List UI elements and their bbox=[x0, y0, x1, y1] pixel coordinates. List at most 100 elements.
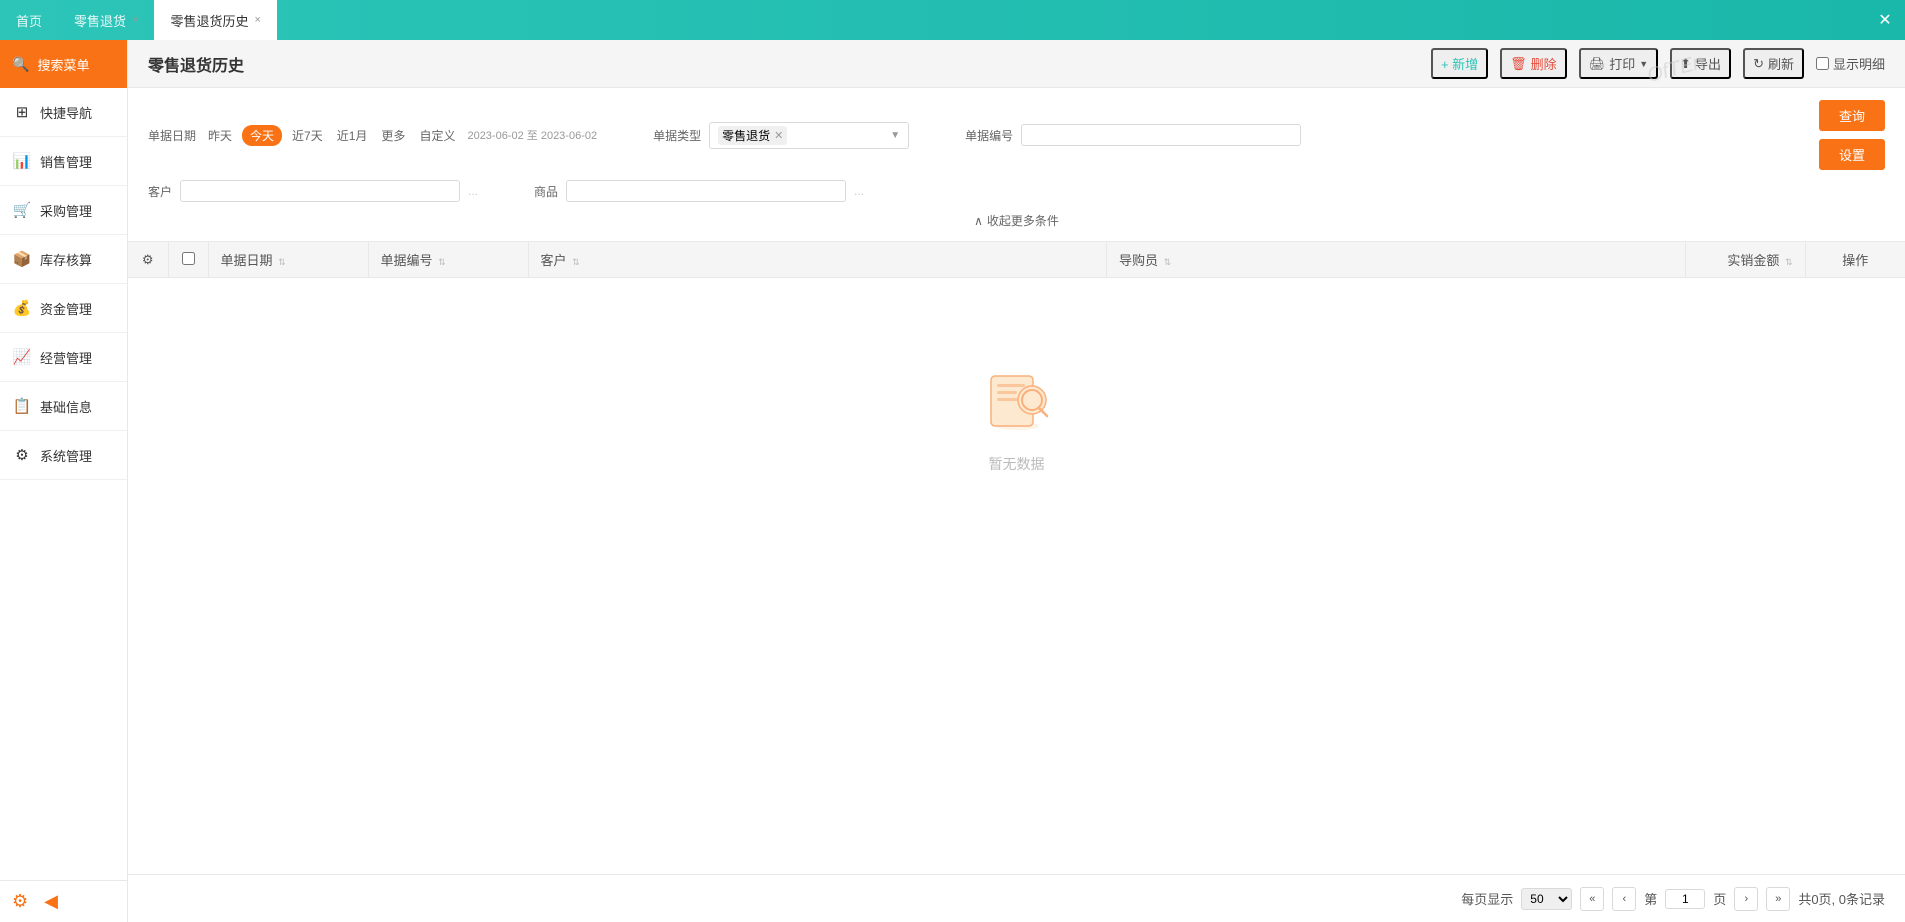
page-label: 第 bbox=[1644, 889, 1657, 908]
bill-sort-icon: ⇅ bbox=[438, 257, 446, 267]
sidebar-search[interactable]: 🔍 搜索菜单 bbox=[0, 40, 127, 88]
filter-row-1: 单据日期 昨天今天近7天近1月更多自定义 2023-06-02 至 2023-0… bbox=[148, 100, 1885, 170]
delete-button[interactable]: 🗑 删除 bbox=[1500, 48, 1567, 79]
select-all-checkbox[interactable] bbox=[182, 252, 195, 265]
bill-number-input[interactable] bbox=[1021, 124, 1301, 146]
th-gear[interactable]: ⚙ bbox=[128, 242, 168, 278]
th-customer[interactable]: 客户 ⇅ bbox=[528, 242, 1107, 278]
date-sort-icon: ⇅ bbox=[278, 257, 286, 267]
sidebar-item-quick-nav[interactable]: ⊞快捷导航 bbox=[0, 88, 127, 137]
sidebar-item-inventory[interactable]: 📦 库存核算 bbox=[0, 235, 127, 284]
collapse-button[interactable]: ∧ 收起更多条件 bbox=[148, 212, 1885, 229]
sidebar-item-label-system: 系统管理 bbox=[40, 446, 92, 465]
th-amount-label: 实销金额 bbox=[1727, 253, 1779, 268]
pagination-bar: 每页显示 50 20 100 200 « ‹ 第 1 页 › » 共0页, 0条… bbox=[128, 874, 1905, 922]
date-btn-更多[interactable]: 更多 bbox=[377, 125, 409, 146]
purchase-icon: 🛒 bbox=[12, 200, 32, 220]
sidebar-item-basic-info[interactable]: 📋 基础信息 bbox=[0, 382, 127, 431]
bill-type-arrow: ▼ bbox=[890, 130, 900, 141]
query-settings-col: 查询 设置 bbox=[1819, 100, 1885, 170]
data-table: ⚙ 单据日期 ⇅ 单据编号 ⇅ bbox=[128, 242, 1905, 554]
gear-icon: ⚙ bbox=[142, 252, 154, 267]
bill-type-tag: 零售退货 ✕ bbox=[718, 126, 787, 145]
empty-illustration bbox=[977, 358, 1057, 438]
th-checkbox[interactable] bbox=[168, 242, 208, 278]
add-button[interactable]: + 新增 bbox=[1431, 48, 1488, 79]
sidebar-item-operation[interactable]: 📈 经营管理 bbox=[0, 333, 127, 382]
tab-close-retail-return-history[interactable]: × bbox=[254, 14, 260, 26]
bill-number-filter: 单据编号 bbox=[965, 124, 1301, 146]
sidebar-bottom: ⚙ ◀ bbox=[0, 880, 127, 922]
sidebar-item-label-inventory: 库存核算 bbox=[40, 250, 92, 269]
inventory-icon: 📦 bbox=[12, 249, 32, 269]
window-close-button[interactable]: ✕ bbox=[1865, 0, 1905, 40]
basic-info-icon: 📋 bbox=[12, 396, 32, 416]
th-guide[interactable]: 导购员 ⇅ bbox=[1107, 242, 1686, 278]
sidebar-item-label-operation: 经营管理 bbox=[40, 348, 92, 367]
print-dropdown-icon: ▼ bbox=[1639, 59, 1648, 69]
prev-page-button[interactable]: ‹ bbox=[1612, 887, 1636, 911]
goods-input[interactable] bbox=[566, 180, 846, 202]
goods-filter: 商品 ... bbox=[534, 180, 864, 202]
refresh-icon: ↻ bbox=[1753, 56, 1764, 72]
sidebar-item-label-finance: 资金管理 bbox=[40, 299, 92, 318]
bill-type-filter: 单据类型 零售退货 ✕ ▼ bbox=[653, 122, 909, 149]
content-area: 零售退货历史 + 新增 🗑 删除 🖨 打印 ▼ ⬆ 导出 ↻ bbox=[128, 40, 1905, 922]
toolbar-actions: + 新增 🗑 删除 🖨 打印 ▼ ⬆ 导出 ↻ 刷新 bbox=[1431, 48, 1885, 79]
show-detail-checkbox[interactable]: 显示明细 bbox=[1816, 54, 1885, 73]
collapse-icon[interactable]: ◀ bbox=[44, 891, 58, 912]
customer-sort-icon: ⇅ bbox=[572, 257, 580, 267]
tab-list: 首页零售退货×零售退货历史× bbox=[0, 0, 1865, 40]
tab-retail-return-history[interactable]: 零售退货历史× bbox=[154, 0, 276, 40]
th-date[interactable]: 单据日期 ⇅ bbox=[208, 242, 368, 278]
date-btn-近7天[interactable]: 近7天 bbox=[288, 125, 327, 146]
operation-icon: 📈 bbox=[12, 347, 32, 367]
per-page-select[interactable]: 50 20 100 200 bbox=[1521, 888, 1572, 910]
prev-page-icon: ‹ bbox=[1622, 893, 1626, 905]
table-container: ⚙ 单据日期 ⇅ 单据编号 ⇅ bbox=[128, 242, 1905, 874]
customer-label: 客户 bbox=[148, 183, 172, 200]
sidebar-item-purchase[interactable]: 🛒 采购管理 bbox=[0, 186, 127, 235]
refresh-button[interactable]: ↻ 刷新 bbox=[1743, 48, 1804, 79]
th-bill-no[interactable]: 单据编号 ⇅ bbox=[368, 242, 528, 278]
show-detail-input[interactable] bbox=[1816, 57, 1829, 70]
main-layout: 🔍 搜索菜单 ⊞快捷导航📊销售管理 🛒 采购管理 📦 库存核算 💰资金管理 📈 经营管理 📋 基础… bbox=[0, 40, 1905, 922]
sidebar-item-finance[interactable]: 💰资金管理 bbox=[0, 284, 127, 333]
page-number-input[interactable]: 1 bbox=[1665, 889, 1705, 909]
sidebar-item-label-quick-nav: 快捷导航 bbox=[40, 103, 92, 122]
date-btn-自定义[interactable]: 自定义 bbox=[415, 125, 459, 146]
next-page-icon: › bbox=[1744, 893, 1748, 905]
settings-button[interactable]: 设置 bbox=[1819, 139, 1885, 170]
sidebar-item-label-basic-info: 基础信息 bbox=[40, 397, 92, 416]
th-amount[interactable]: 实销金额 ⇅ bbox=[1685, 242, 1805, 278]
date-btn-今天[interactable]: 今天 bbox=[242, 125, 282, 146]
sidebar-item-system[interactable]: ⚙系统管理 bbox=[0, 431, 127, 480]
date-buttons: 昨天今天近7天近1月更多自定义 bbox=[204, 125, 459, 146]
next-page-button[interactable]: › bbox=[1734, 887, 1758, 911]
empty-state: 暂无数据 bbox=[128, 278, 1905, 554]
first-page-button[interactable]: « bbox=[1580, 887, 1604, 911]
search-icon: 🔍 bbox=[12, 56, 29, 73]
sidebar-item-sales[interactable]: 📊销售管理 bbox=[0, 137, 127, 186]
customer-dots: ... bbox=[468, 184, 478, 198]
th-date-label: 单据日期 bbox=[221, 253, 273, 268]
sidebar-items: ⊞快捷导航📊销售管理 🛒 采购管理 📦 库存核算 💰资金管理 📈 经营管理 📋 基础信息 ⚙系统管理 bbox=[0, 88, 127, 480]
date-btn-昨天[interactable]: 昨天 bbox=[204, 125, 236, 146]
date-btn-近1月[interactable]: 近1月 bbox=[333, 125, 372, 146]
customer-filter: 客户 ... bbox=[148, 180, 478, 202]
tab-retail-return[interactable]: 零售退货× bbox=[58, 0, 154, 40]
customer-input[interactable] bbox=[180, 180, 460, 202]
sidebar-item-label-purchase: 采购管理 bbox=[40, 201, 92, 220]
bill-type-select[interactable]: 零售退货 ✕ ▼ bbox=[709, 122, 909, 149]
print-button[interactable]: 🖨 打印 ▼ bbox=[1579, 48, 1658, 79]
last-page-button[interactable]: » bbox=[1766, 887, 1790, 911]
query-button[interactable]: 查询 bbox=[1819, 100, 1885, 131]
tab-close-retail-return[interactable]: × bbox=[132, 14, 138, 26]
sidebar-item-label-sales: 销售管理 bbox=[40, 152, 92, 171]
tab-home[interactable]: 首页 bbox=[0, 0, 58, 40]
export-button[interactable]: ⬆ 导出 bbox=[1670, 48, 1731, 79]
bill-type-remove[interactable]: ✕ bbox=[774, 129, 783, 142]
delete-icon: 🗑 bbox=[1510, 56, 1527, 72]
settings-icon[interactable]: ⚙ bbox=[12, 891, 28, 912]
sidebar-search-label: 搜索菜单 bbox=[37, 55, 89, 74]
